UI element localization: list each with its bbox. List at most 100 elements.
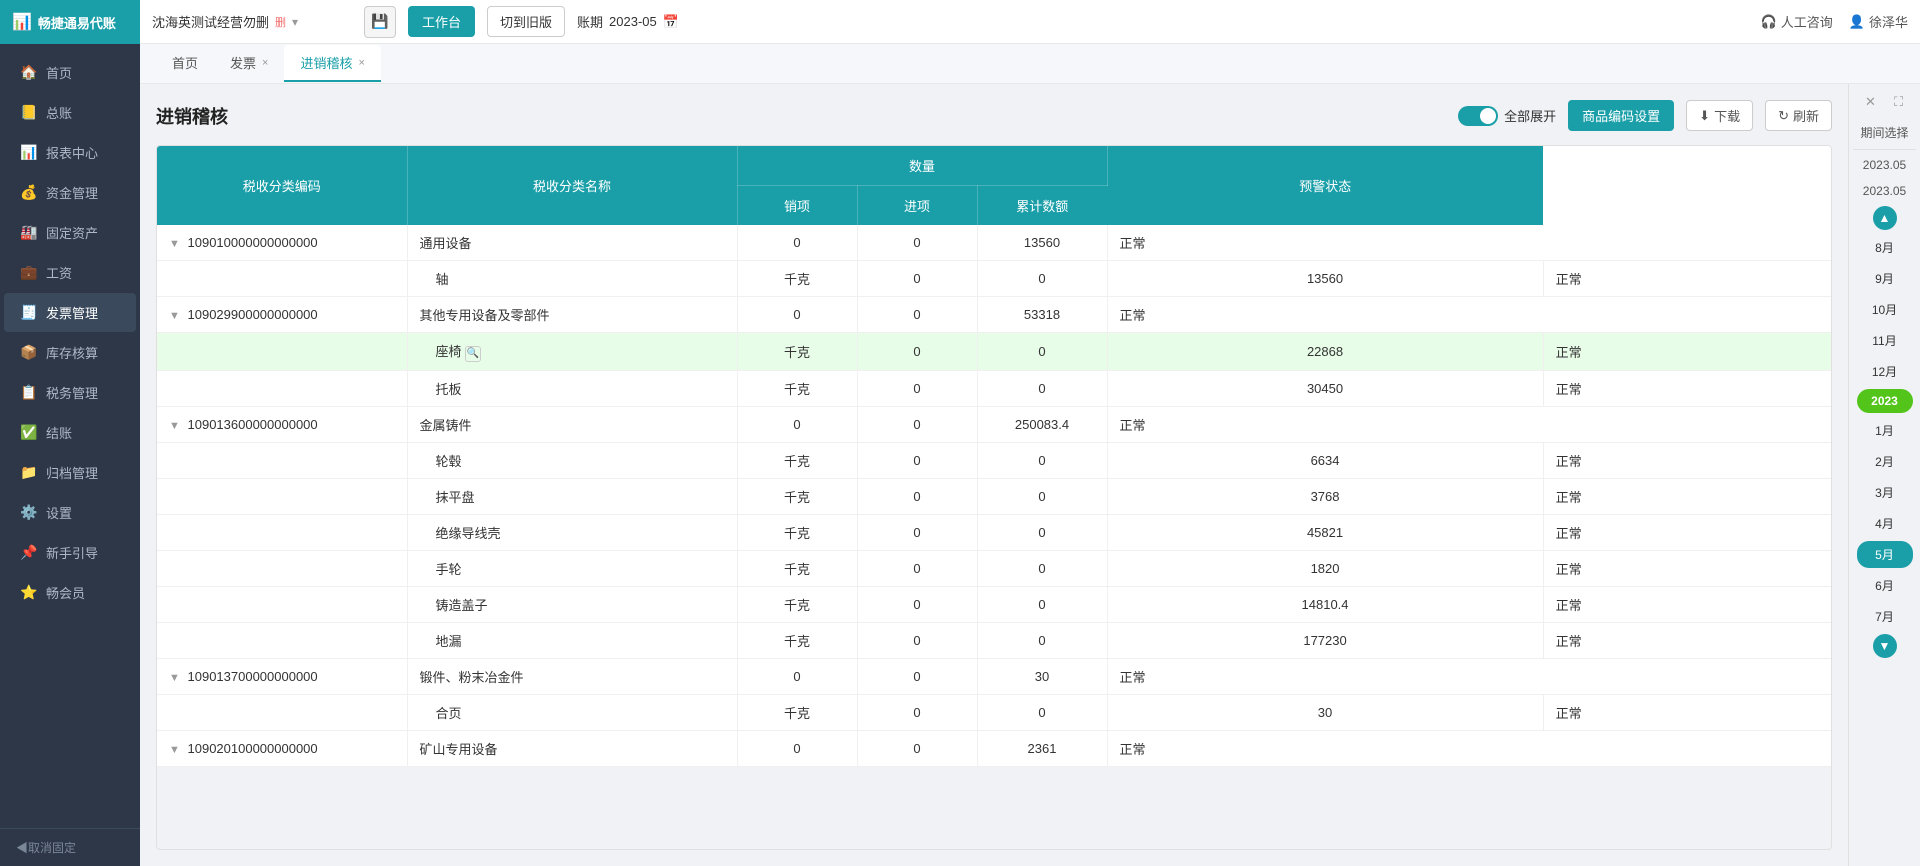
td-code <box>157 333 407 371</box>
period-month-9[interactable]: 9月 <box>1857 265 1913 292</box>
panel-expand-button[interactable]: ⛶ <box>1889 92 1909 112</box>
settings-icon: ⚙️ <box>20 504 38 521</box>
sidebar-item-label: 首页 <box>46 63 72 82</box>
expand-icon[interactable]: ▼ <box>169 310 180 322</box>
tab-home[interactable]: 首页 <box>156 45 214 82</box>
td-sales: 0 <box>857 370 977 406</box>
user-menu[interactable]: 👤 徐泽华 <box>1849 12 1908 31</box>
period-scroll-up[interactable]: ▲ <box>1873 206 1897 230</box>
td-purchase: 0 <box>977 622 1107 658</box>
period-month-3[interactable]: 3月 <box>1857 479 1913 506</box>
period-month-10[interactable]: 10月 <box>1857 296 1913 323</box>
search-icon[interactable]: 🔍 <box>465 346 481 362</box>
download-button[interactable]: ⬇ 下载 <box>1686 100 1753 131</box>
td-purchase: 0 <box>977 370 1107 406</box>
period-selector-title: 期间选择 <box>1853 120 1916 150</box>
switch-version-button[interactable]: 切到旧版 <box>487 6 565 37</box>
sidebar-item-member[interactable]: ⭐ 畅会员 <box>4 573 136 612</box>
td-total: 13560 <box>977 225 1107 261</box>
sidebar-item-invoice[interactable]: 🧾 发票管理 <box>4 293 136 332</box>
company-dropdown-icon[interactable]: ▾ <box>292 15 298 29</box>
panel-top-icons: ✕ ⛶ <box>1861 92 1909 112</box>
sidebar-item-home[interactable]: 🏠 首页 <box>4 53 136 92</box>
sidebar-item-assets[interactable]: 🏭 固定资产 <box>4 213 136 252</box>
td-name: 其他专用设备及零部件 <box>407 297 737 333</box>
period-month-6[interactable]: 6月 <box>1857 572 1913 599</box>
panel-close-button[interactable]: ✕ <box>1861 92 1881 112</box>
table-row: ▼ 109013700000000000 锻件、粉末冶金件 0 0 30 正常 <box>157 658 1831 694</box>
sidebar-item-archive[interactable]: 📁 归档管理 <box>4 453 136 492</box>
period-month-2[interactable]: 2月 <box>1857 448 1913 475</box>
sidebar-item-label: 报表中心 <box>46 143 98 162</box>
expand-icon[interactable]: ▼ <box>169 238 180 250</box>
sidebar-nav: 🏠 首页 📒 总账 📊 报表中心 💰 资金管理 🏭 固定资产 💼 工资 🧾 发票… <box>0 44 140 828</box>
period-scroll-down[interactable]: ▼ <box>1873 634 1897 658</box>
td-warning: 正常 <box>1543 586 1831 622</box>
period-month-4[interactable]: 4月 <box>1857 510 1913 537</box>
sidebar-item-label: 工资 <box>46 263 72 282</box>
th-tax-name: 税收分类名称 <box>407 146 737 225</box>
td-name: 绝缘导线壳 <box>407 514 737 550</box>
tab-reconcile[interactable]: 进销稽核 × <box>284 45 380 82</box>
tab-reconcile-close[interactable]: × <box>358 57 364 69</box>
company-delete-label[interactable]: 删 <box>275 14 286 30</box>
period-month-8[interactable]: 8月 <box>1857 234 1913 261</box>
support-button[interactable]: 🎧 人工咨询 <box>1761 12 1833 31</box>
period-month-12[interactable]: 12月 <box>1857 358 1913 385</box>
expand-icon[interactable]: ▼ <box>169 672 180 684</box>
expand-icon[interactable]: ▼ <box>169 420 180 432</box>
period-month-11[interactable]: 11月 <box>1857 327 1913 354</box>
expand-toggle-switch[interactable] <box>1458 106 1498 126</box>
td-name: 铸造盖子 <box>407 586 737 622</box>
save-icon: 💾 <box>371 13 388 30</box>
sidebar-item-funds[interactable]: 💰 资金管理 <box>4 173 136 212</box>
archive-icon: 📁 <box>20 464 38 481</box>
td-total: 177230 <box>1107 622 1543 658</box>
td-purchase: 0 <box>857 225 977 261</box>
salary-icon: 💼 <box>20 264 38 281</box>
period-month-5[interactable]: 5月 <box>1857 541 1913 568</box>
tab-invoice-close[interactable]: × <box>262 57 268 69</box>
table-body: ▼ 109010000000000000 通用设备 0 0 13560 正常 轴… <box>157 225 1831 766</box>
expand-icon[interactable]: ▼ <box>169 744 180 756</box>
sidebar-item-settlement[interactable]: ✅ 结账 <box>4 413 136 452</box>
product-code-btn[interactable]: 商品编码设置 <box>1568 100 1674 131</box>
td-warning: 正常 <box>1543 261 1831 297</box>
sidebar-item-guide[interactable]: 📌 新手引导 <box>4 533 136 572</box>
table-row: ▼ 109029900000000000 其他专用设备及零部件 0 0 5331… <box>157 297 1831 333</box>
td-code <box>157 478 407 514</box>
sidebar-item-tax[interactable]: 📋 税务管理 <box>4 373 136 412</box>
funds-icon: 💰 <box>20 184 38 201</box>
sidebar-item-settings[interactable]: ⚙️ 设置 <box>4 493 136 532</box>
sidebar-item-inventory[interactable]: 📦 库存核算 <box>4 333 136 372</box>
user-name: 徐泽华 <box>1869 12 1908 31</box>
period-month-1[interactable]: 1月 <box>1857 417 1913 444</box>
refresh-button[interactable]: ↻ 刷新 <box>1765 100 1832 131</box>
sidebar-item-ledger[interactable]: 📒 总账 <box>4 93 136 132</box>
period-month-7[interactable]: 7月 <box>1857 603 1913 630</box>
td-unit: 千克 <box>737 694 857 730</box>
calendar-icon[interactable]: 📅 <box>663 14 679 30</box>
reconcile-table: 税收分类编码 税收分类名称 数量 预警状态 <box>157 146 1831 767</box>
sidebar-item-salary[interactable]: 💼 工资 <box>4 253 136 292</box>
workspace-button[interactable]: 工作台 <box>408 6 475 37</box>
tab-invoice[interactable]: 发票 × <box>214 45 284 82</box>
td-warning: 正常 <box>1543 370 1831 406</box>
td-code <box>157 514 407 550</box>
home-icon: 🏠 <box>20 64 38 81</box>
period-year-badge-2023[interactable]: 2023 <box>1857 389 1913 413</box>
table-row: 地漏 千克 0 0 177230 正常 <box>157 622 1831 658</box>
td-total: 1820 <box>1107 550 1543 586</box>
td-purchase: 0 <box>977 586 1107 622</box>
td-name: 合页 <box>407 694 737 730</box>
td-total: 2361 <box>977 730 1107 766</box>
save-draft-button[interactable]: 💾 <box>364 6 396 38</box>
td-warning: 正常 <box>1107 225 1543 261</box>
sidebar-footer-unpin[interactable]: ◀取消固定 <box>0 828 140 866</box>
td-purchase: 0 <box>857 406 977 442</box>
td-sales: 0 <box>737 297 857 333</box>
td-name: 托板 <box>407 370 737 406</box>
content-area: 进销稽核 全部展开 商品编码设置 ⬇ 下载 ↻ 刷新 <box>140 84 1920 866</box>
expand-toggle-label: 全部展开 <box>1504 106 1556 125</box>
sidebar-item-reports[interactable]: 📊 报表中心 <box>4 133 136 172</box>
